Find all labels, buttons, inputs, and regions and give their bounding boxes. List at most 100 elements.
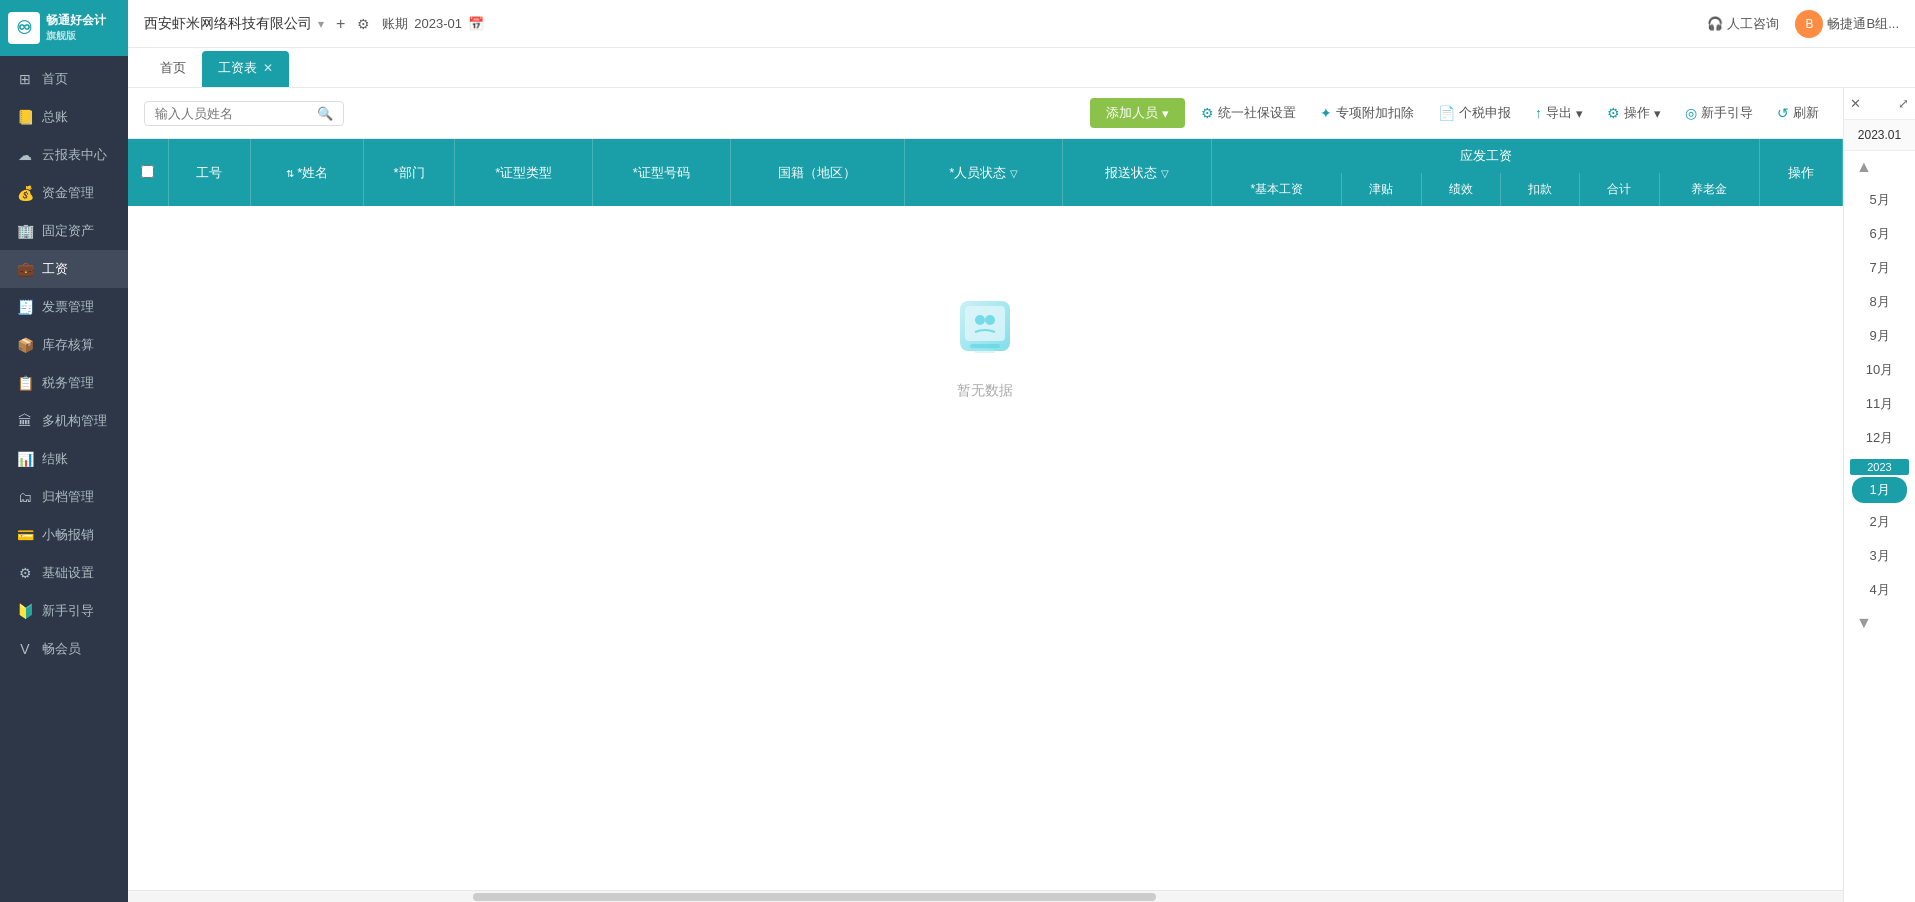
sidebar-icon-multi-org: 🏛 [16, 413, 34, 429]
th-salary-group: 应发工资 [1212, 139, 1760, 173]
tab-home[interactable]: 首页 [144, 51, 202, 87]
sidebar-item-archive[interactable]: 🗂归档管理 [0, 478, 128, 516]
month-2022-12[interactable]: 12月 [1844, 421, 1915, 455]
sidebar-icon-payroll: 💼 [16, 261, 34, 277]
month-2022-11[interactable]: 11月 [1844, 387, 1915, 421]
month-2023-01[interactable]: 1月 [1852, 477, 1907, 503]
sidebar-icon-fund: 💰 [16, 185, 34, 201]
user-avatar: B [1795, 10, 1823, 38]
th-allowance: 津贴 [1342, 173, 1421, 206]
export-label: 导出 [1546, 104, 1572, 122]
sidebar-icon-archive: 🗂 [16, 489, 34, 505]
scroll-thumb[interactable] [473, 893, 1156, 901]
social-security-icon: ⚙ [1201, 105, 1214, 121]
special-deduction-label: 专项附加扣除 [1336, 104, 1414, 122]
sidebar-item-multi-org[interactable]: 🏛多机构管理 [0, 402, 128, 440]
sidebar-item-guide[interactable]: 🔰新手引导 [0, 592, 128, 630]
tab-payroll-table[interactable]: 工资表 ✕ [202, 51, 289, 87]
company-chevron-icon: ▾ [318, 17, 324, 31]
personal-tax-btn[interactable]: 📄 个税申报 [1430, 100, 1519, 126]
sidebar-item-expense[interactable]: 💳小畅报销 [0, 516, 128, 554]
tab-close-icon[interactable]: ✕ [263, 61, 273, 75]
calendar-icon[interactable]: 📅 [468, 16, 484, 31]
period-label: 账期 2023-01 📅 [382, 15, 484, 33]
new-guide-btn[interactable]: ◎ 新手引导 [1677, 100, 1761, 126]
calendar-panel: ✕ ⤢ 2023.01 ▲ 5月 6月 7月 8月 9月 10月 11月 12月 [1843, 88, 1915, 902]
month-2022-10[interactable]: 10月 [1844, 353, 1915, 387]
select-all-checkbox[interactable] [141, 165, 154, 178]
tabs-bar: 首页 工资表 ✕ [128, 48, 1915, 88]
sidebar-item-tax[interactable]: 📋 税务管理 [0, 364, 128, 402]
th-name[interactable]: ⇅ *姓名 [251, 139, 363, 206]
month-2023-03[interactable]: 3月 [1844, 539, 1915, 573]
special-deduction-btn[interactable]: ✦ 专项附加扣除 [1312, 100, 1422, 126]
scroll-bar[interactable] [128, 890, 1843, 902]
sidebar-item-settings[interactable]: ⚙基础设置 [0, 554, 128, 592]
sidebar-icon-ledger: 📒 [16, 109, 34, 125]
new-guide-label: 新手引导 [1701, 104, 1753, 122]
month-2022-07[interactable]: 7月 [1844, 251, 1915, 285]
social-security-btn[interactable]: ⚙ 统一社保设置 [1193, 100, 1304, 126]
panel-expand-button[interactable]: ⤢ [1898, 96, 1909, 111]
toolbar: 🔍 添加人员 ▾ ⚙ 统一社保设置 ✦ 专项附加扣除 [128, 88, 1843, 139]
period-value[interactable]: 2023-01 [414, 16, 462, 31]
calendar-nav-down[interactable]: ▼ [1844, 607, 1915, 639]
sidebar-item-settlement[interactable]: 📊结账 [0, 440, 128, 478]
period-label-text: 账期 [382, 15, 408, 33]
logo-name: 畅通好会计 [46, 13, 106, 29]
user-menu[interactable]: B 畅捷通B组... [1795, 10, 1899, 38]
empty-row: 暂无数据 [128, 206, 1843, 480]
export-btn[interactable]: ↑ 导出 ▾ [1527, 100, 1591, 126]
month-2022-09[interactable]: 9月 [1844, 319, 1915, 353]
sidebar-icon-member: V [16, 641, 34, 657]
panel-close-button[interactable]: ✕ [1850, 96, 1861, 111]
year-2023-label: 2023 [1850, 459, 1909, 475]
sidebar-item-ledger[interactable]: 📒总账 [0, 98, 128, 136]
th-report-status[interactable]: 报送状态 ▽ [1063, 139, 1212, 206]
search-box[interactable]: 🔍 [144, 101, 344, 126]
calendar-down-icon[interactable]: ▼ [1852, 611, 1876, 635]
logo-sub: 旗舰版 [46, 29, 106, 43]
month-2022-05[interactable]: 5月 [1844, 183, 1915, 217]
table-area: 🔍 添加人员 ▾ ⚙ 统一社保设置 ✦ 专项附加扣除 [128, 88, 1843, 902]
calendar-period-value: 2023.01 [1858, 128, 1901, 142]
sidebar-item-member[interactable]: V畅会员 [0, 630, 128, 668]
month-2022-06[interactable]: 6月 [1844, 217, 1915, 251]
sidebar-item-cloud-report[interactable]: ☁云报表中心 [0, 136, 128, 174]
calendar-up-icon[interactable]: ▲ [1852, 155, 1876, 179]
th-person-status[interactable]: *人员状态 ▽ [905, 139, 1063, 206]
sidebar-label-tax: 税务管理 [42, 374, 94, 392]
support-btn[interactable]: 🎧 人工咨询 [1707, 15, 1779, 33]
sidebar-item-payroll[interactable]: 💼 工资 [0, 250, 128, 288]
month-2023-02[interactable]: 2月 [1844, 505, 1915, 539]
header-settings-icon[interactable]: ⚙ [357, 16, 370, 32]
sidebar-item-fund[interactable]: 💰资金管理 [0, 174, 128, 212]
sidebar-item-invoice[interactable]: 🧾发票管理 [0, 288, 128, 326]
sidebar-icon-guide: 🔰 [16, 603, 34, 619]
toolbar-right: 添加人员 ▾ ⚙ 统一社保设置 ✦ 专项附加扣除 📄 个税申报 [1090, 98, 1827, 128]
sidebar-label-fixed-assets: 固定资产 [42, 222, 94, 240]
company-name: 西安虾米网络科技有限公司 [144, 15, 312, 33]
header-actions: 🎧 人工咨询 B 畅捷通B组... [1707, 10, 1899, 38]
add-person-button[interactable]: 添加人员 ▾ [1090, 98, 1185, 128]
refresh-label: 刷新 [1793, 104, 1819, 122]
sidebar-label-payroll: 工资 [42, 260, 68, 278]
sidebar-item-fixed-assets[interactable]: 🏢固定资产 [0, 212, 128, 250]
th-checkbox[interactable] [128, 139, 168, 206]
operations-btn[interactable]: ⚙ 操作 ▾ [1599, 100, 1669, 126]
sidebar-label-cloud-report: 云报表中心 [42, 146, 107, 164]
sidebar-item-inventory[interactable]: 📦库存核算 [0, 326, 128, 364]
company-selector[interactable]: 西安虾米网络科技有限公司 ▾ [144, 15, 324, 33]
name-sort-icon: ⇅ [286, 168, 294, 179]
month-2022-08[interactable]: 8月 [1844, 285, 1915, 319]
calendar-nav-up[interactable]: ▲ [1844, 151, 1915, 183]
support-icon: 🎧 [1707, 16, 1723, 31]
sidebar-item-home[interactable]: ⊞首页 [0, 60, 128, 98]
sidebar-icon-tax: 📋 [16, 375, 34, 391]
user-name: 畅捷通B组... [1827, 15, 1899, 33]
month-2023-04[interactable]: 4月 [1844, 573, 1915, 607]
refresh-btn[interactable]: ↺ 刷新 [1769, 100, 1827, 126]
empty-icon [945, 286, 1025, 366]
search-input[interactable] [155, 106, 311, 121]
add-icon[interactable]: + [336, 15, 345, 33]
